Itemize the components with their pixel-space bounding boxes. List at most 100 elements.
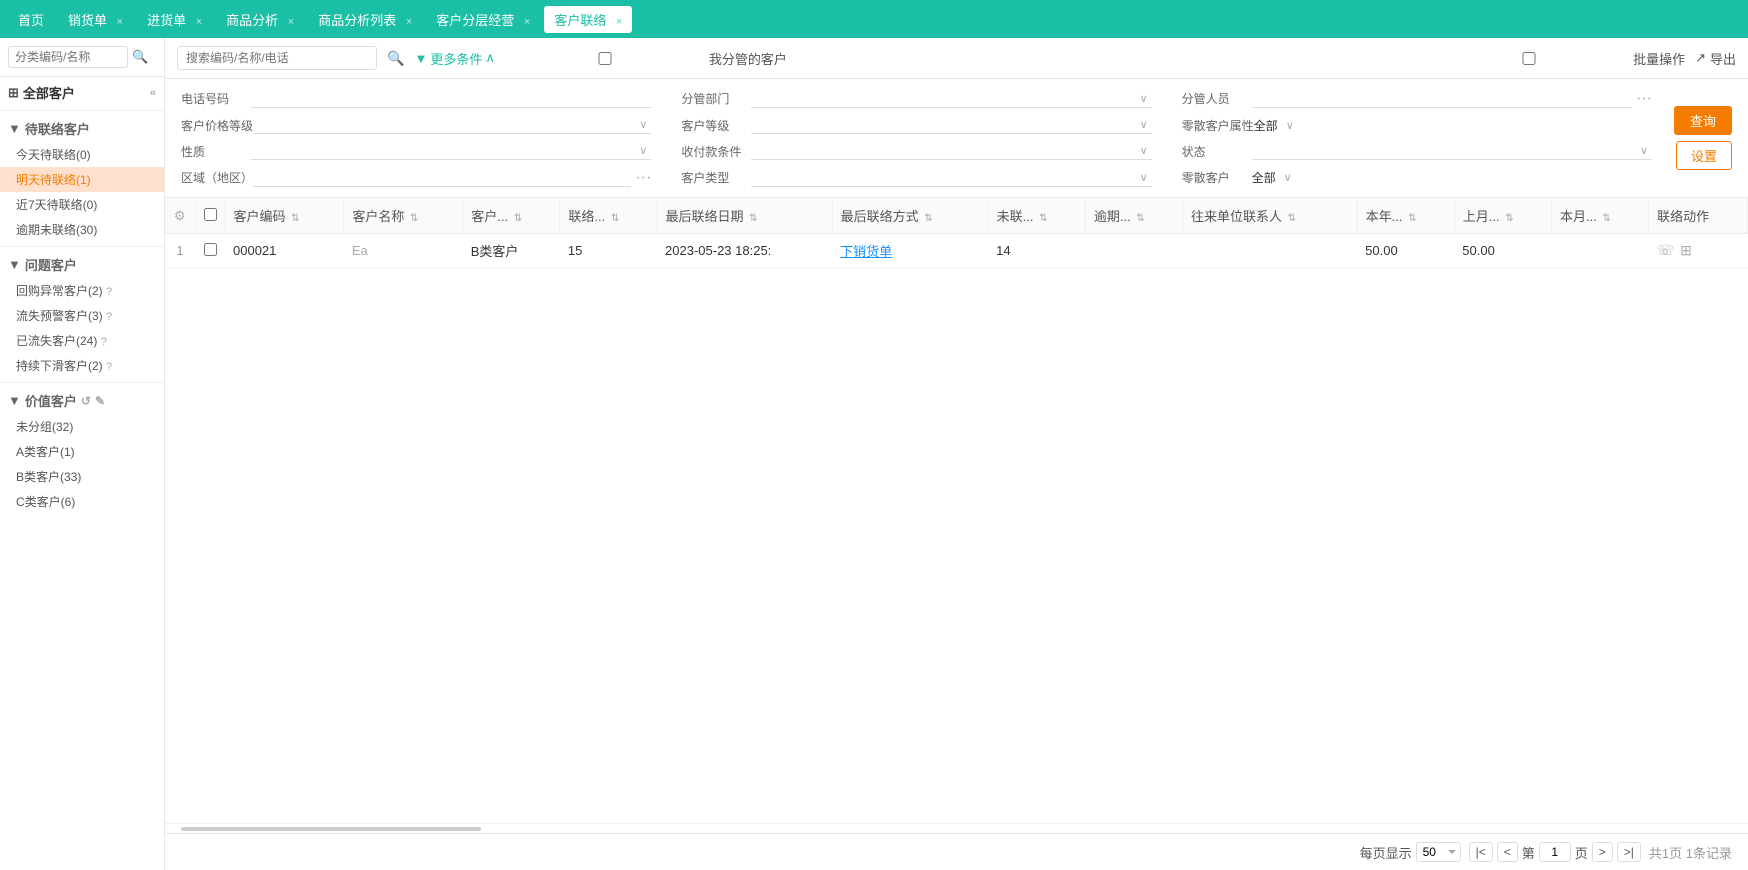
last-page-button[interactable]: >| <box>1617 842 1641 862</box>
all-customers-header[interactable]: ⊞ 全部客户 « <box>0 77 164 106</box>
sidebar-problem-header[interactable]: ▼ 问题客户 <box>0 251 164 278</box>
prev-page-button[interactable]: < <box>1497 842 1518 862</box>
nav-customer-contact[interactable]: 客户联络 × <box>544 6 632 33</box>
content-area: 🔍 ▼ 更多条件 ∧ 我分管的客户 批量操作 ↗ 导出 <box>165 38 1748 870</box>
payment-label: 收付款条件 <box>681 143 751 160</box>
nav-analysis[interactable]: 商品分析 × <box>216 6 304 33</box>
my-customers-checkbox[interactable] <box>505 52 705 65</box>
sidebar-item-today[interactable]: 今天待联络(0) <box>0 142 164 167</box>
sidebar-item-lost-warning[interactable]: 流失预警客户(3) ? <box>0 303 164 328</box>
sidebar-problem-label: 问题客户 <box>25 255 77 274</box>
table-header-row: ⚙ 客户编码 ⇅ 客户名称 ⇅ <box>165 198 1748 234</box>
price-level-arrow: ∨ <box>639 118 647 131</box>
th-action: 联络动作 <box>1649 198 1748 234</box>
sidebar-value-header[interactable]: ▼ 价值客户 ↺ ✎ <box>0 387 164 414</box>
filter-row-1: 电话号码 分管部门 ∨ 分管人员 <box>181 89 1652 108</box>
manager-input[interactable] <box>1252 89 1632 108</box>
next-page-button[interactable]: > <box>1592 842 1613 862</box>
nav-analysis-close[interactable]: × <box>288 16 294 28</box>
nav-purchase[interactable]: 进货单 × <box>137 6 212 33</box>
status-select[interactable]: ∨ <box>1252 142 1652 160</box>
cust-level-select[interactable]: ∨ <box>751 116 1151 134</box>
sidebar-item-repurchase[interactable]: 回购异常客户(2) ? <box>0 278 164 303</box>
cust-type-select[interactable]: ∨ <box>751 169 1151 187</box>
qr-action-icon[interactable]: ⊞ <box>1680 242 1692 259</box>
nav-customer-tier[interactable]: 客户分层经营 × <box>426 6 540 33</box>
sort-this-year-icon: ⇅ <box>1408 213 1416 224</box>
sidebar-item-type-c[interactable]: C类客户(6) <box>0 489 164 514</box>
cust-type-arrow: ∨ <box>1140 171 1148 184</box>
price-level-select[interactable]: ∨ <box>253 116 651 134</box>
grid-icon: ⊞ <box>8 85 19 101</box>
sidebar-item-overdue[interactable]: 逾期未联络(30) <box>0 217 164 242</box>
settings-button[interactable]: 设置 <box>1676 141 1732 170</box>
contact-method-link[interactable]: 下销货单 <box>840 244 892 259</box>
filter-cell-scatter-attr: 零散客户属性 全部 ∨ <box>1182 117 1652 134</box>
th-this-year: 本年... ⇅ <box>1357 198 1454 234</box>
region-dots[interactable]: ··· <box>635 169 651 187</box>
page-input[interactable] <box>1539 842 1571 862</box>
sort-not-contact-icon: ⇅ <box>1039 213 1047 224</box>
sort-contact-person-icon: ⇅ <box>1288 213 1296 224</box>
nav-analysis-list[interactable]: 商品分析列表 × <box>308 6 422 33</box>
nav-customer-tier-close[interactable]: × <box>524 16 530 28</box>
search-input[interactable] <box>177 46 377 70</box>
nav-customer-contact-close[interactable]: × <box>616 16 622 28</box>
contact-person <box>1182 234 1357 268</box>
filter-cell-region: 区域（地区） ··· <box>181 168 651 187</box>
nature-select[interactable]: ∨ <box>251 142 651 160</box>
customer-type: B类客户 <box>463 234 560 268</box>
nav-sales[interactable]: 销货单 × <box>58 6 133 33</box>
region-input[interactable] <box>253 168 631 187</box>
per-page-label: 每页显示 <box>1360 843 1412 862</box>
phone-action-icon[interactable]: ☏ <box>1657 242 1675 259</box>
arrow-down-icon: ▼ <box>8 121 21 136</box>
sidebar-search-input[interactable] <box>8 46 128 68</box>
row-checkbox[interactable] <box>204 243 217 256</box>
nav-home[interactable]: 首页 <box>8 6 54 33</box>
batch-op-button[interactable]: 批量操作 <box>1429 49 1685 68</box>
gear-icon[interactable]: ⚙ <box>174 208 186 223</box>
more-filter-button[interactable]: ▼ 更多条件 ∧ <box>414 49 494 68</box>
sidebar-item-type-b[interactable]: B类客户(33) <box>0 464 164 489</box>
sidebar-item-tomorrow[interactable]: 明天待联络(1) <box>0 167 164 192</box>
cust-type-label: 客户类型 <box>681 169 751 186</box>
search-button[interactable]: 🔍 <box>387 50 404 67</box>
value-refresh-icon[interactable]: ↺ <box>81 394 91 408</box>
sidebar-item-declining[interactable]: 持续下滑客户(2) ? <box>0 353 164 378</box>
sidebar-pending-label: 待联络客户 <box>25 119 90 138</box>
query-button[interactable]: 查询 <box>1674 106 1732 135</box>
sidebar-item-7days[interactable]: 近7天待联络(0) <box>0 192 164 217</box>
sidebar-search-icon[interactable]: 🔍 <box>132 49 148 65</box>
nav-analysis-list-close[interactable]: × <box>406 16 412 28</box>
phone-input[interactable] <box>251 89 651 108</box>
th-not-contact: 未联... ⇅ <box>988 198 1085 234</box>
filter-cell-nature: 性质 ∨ <box>181 142 651 160</box>
filter-panel: 电话号码 分管部门 ∨ 分管人员 <box>165 79 1748 198</box>
horizontal-scroll-area <box>165 823 1748 833</box>
value-edit-icon[interactable]: ✎ <box>95 394 105 408</box>
nav-sales-close[interactable]: × <box>117 16 123 28</box>
first-page-button[interactable]: |< <box>1469 842 1493 862</box>
sidebar-collapse-icon[interactable]: « <box>150 87 156 99</box>
select-all-checkbox[interactable] <box>204 208 217 221</box>
sidebar-item-lost[interactable]: 已流失客户(24) ? <box>0 328 164 353</box>
sidebar-item-unclassified[interactable]: 未分组(32) <box>0 414 164 439</box>
scatter-select[interactable]: ∨ <box>1280 169 1296 186</box>
dept-select[interactable]: ∨ <box>751 90 1151 108</box>
manager-dots[interactable]: ··· <box>1636 90 1652 108</box>
nav-purchase-close[interactable]: × <box>196 16 202 28</box>
sidebar-item-type-a[interactable]: A类客户(1) <box>0 439 164 464</box>
filter-cell-manager: 分管人员 ··· <box>1182 89 1652 108</box>
horizontal-scrollbar[interactable] <box>181 827 481 831</box>
my-customers-toggle[interactable]: 我分管的客户 <box>505 49 787 68</box>
dept-label: 分管部门 <box>681 90 751 107</box>
scatter-attr-select[interactable]: ∨ <box>1282 117 1298 134</box>
payment-select[interactable]: ∨ <box>751 142 1151 160</box>
sidebar-pending-header[interactable]: ▼ 待联络客户 <box>0 115 164 142</box>
export-button[interactable]: ↗ 导出 <box>1695 49 1736 68</box>
batch-op-label: 批量操作 <box>1633 49 1685 68</box>
batch-op-checkbox[interactable] <box>1429 52 1629 65</box>
last-month-amount: 50.00 <box>1454 234 1551 268</box>
per-page-select[interactable]: 10 20 50 100 <box>1416 842 1461 862</box>
